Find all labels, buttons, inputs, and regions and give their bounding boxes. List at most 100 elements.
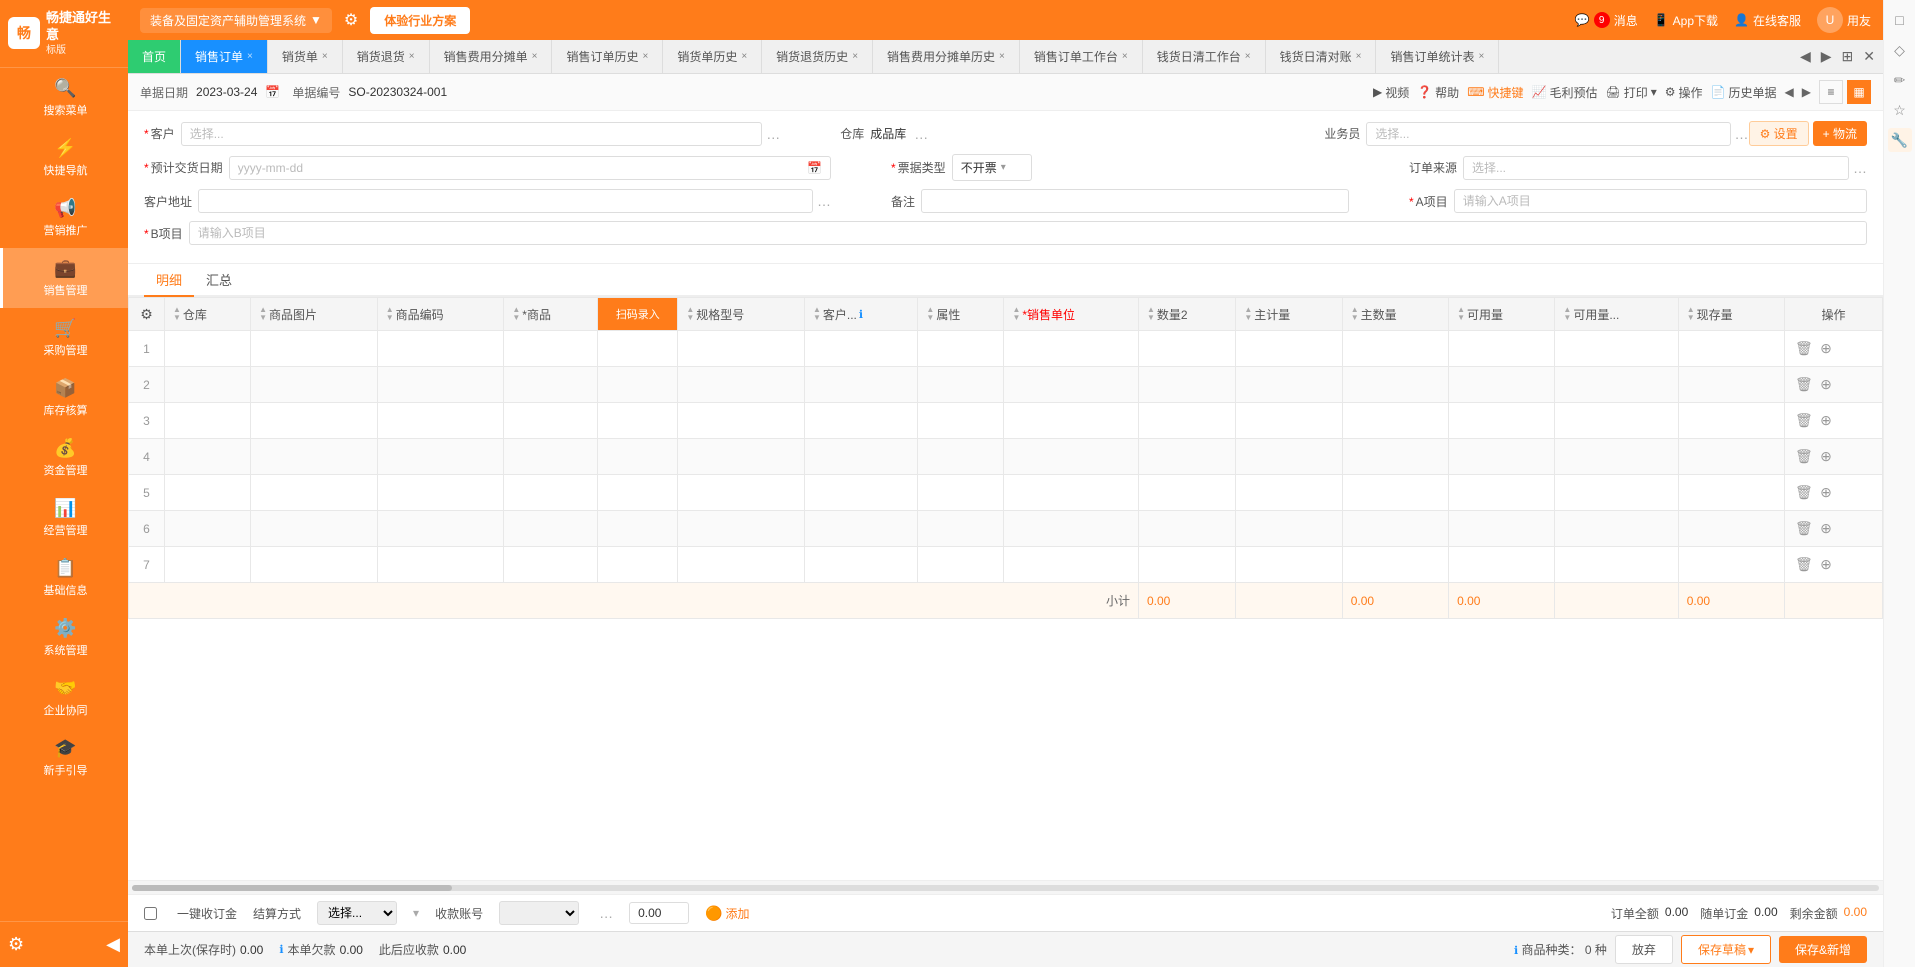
sidebar-settings-btn[interactable]: ⚙	[4, 930, 28, 959]
sidebar-item-collab[interactable]: 🤝 企业协同	[0, 668, 128, 728]
tab-nav-prev[interactable]: ◀	[1796, 46, 1815, 67]
ops-action[interactable]: ⚙ 操作	[1665, 84, 1703, 101]
invoice-type-select[interactable]: 不开票 ▾	[952, 154, 1032, 181]
user-menu[interactable]: U 用友	[1817, 7, 1871, 33]
tab-nav-close[interactable]: ✕	[1859, 46, 1879, 67]
customer-dots[interactable]: …	[766, 126, 780, 142]
message-btn[interactable]: 💬 9 消息	[1575, 12, 1638, 29]
right-mini-btn-5[interactable]: 🔧	[1888, 128, 1912, 152]
row-delete-btn[interactable]: 🗑	[1793, 518, 1815, 539]
tab-sales-return-goods[interactable]: 销货退货 ×	[343, 40, 430, 73]
sidebar-item-purchase[interactable]: 🛒 采购管理	[0, 308, 128, 368]
detail-tab-summary[interactable]: 汇总	[194, 264, 244, 297]
discard-btn[interactable]: 放弃	[1615, 935, 1673, 964]
tab-close-icon[interactable]: ×	[247, 51, 253, 62]
tab-close-icon[interactable]: ×	[409, 51, 415, 62]
grid-view-btn[interactable]: ▦	[1847, 80, 1871, 104]
sidebar-item-guide[interactable]: 🎓 新手引导	[0, 728, 128, 788]
save-draft-btn[interactable]: 保存草稿 ▾	[1681, 935, 1771, 964]
tab-sales-return-history[interactable]: 销货单历史 ×	[663, 40, 762, 73]
tab-sales-return[interactable]: 销货单 ×	[268, 40, 343, 73]
tab-close-icon[interactable]: ×	[852, 51, 858, 62]
app-download-btn[interactable]: 📱 App下载	[1654, 12, 1718, 29]
tab-sales-stats[interactable]: 销售订单统计表 ×	[1376, 40, 1499, 73]
system-selector[interactable]: 装备及固定资产辅助管理系统 ▼	[140, 8, 332, 33]
row-copy-btn[interactable]: ⊕	[1818, 446, 1834, 467]
sidebar-item-sales[interactable]: 💼 销售管理	[0, 248, 128, 308]
payment-amount-input[interactable]	[629, 902, 689, 924]
help-action[interactable]: ❓ 帮助	[1417, 84, 1459, 101]
right-mini-btn-3[interactable]: ✏	[1888, 68, 1912, 92]
tab-close-icon[interactable]: ×	[741, 51, 747, 62]
nav-prev-btn[interactable]: ◀	[1785, 85, 1794, 99]
customer-input[interactable]	[181, 122, 763, 146]
row-copy-btn[interactable]: ⊕	[1818, 374, 1834, 395]
a-project-input[interactable]	[1454, 189, 1867, 213]
print-action[interactable]: 🖨 打印 ▾	[1606, 84, 1657, 101]
sidebar-item-quick-nav[interactable]: ⚡ 快捷导航	[0, 128, 128, 188]
tab-close-icon[interactable]: ×	[1122, 51, 1128, 62]
profit-action[interactable]: 📈 毛利预估	[1532, 84, 1598, 101]
address-dots[interactable]: …	[817, 193, 831, 209]
industry-btn[interactable]: 体验行业方案	[370, 7, 470, 34]
salesperson-input[interactable]	[1366, 122, 1730, 146]
calendar-icon[interactable]: 📅	[265, 85, 280, 99]
order-source-dots[interactable]: …	[1853, 160, 1867, 176]
save-new-btn[interactable]: 保存&新增	[1779, 936, 1867, 963]
save-draft-arrow[interactable]: ▾	[1748, 943, 1754, 957]
delivery-date-icon[interactable]: 📅	[807, 161, 822, 175]
tab-sales-order-history[interactable]: 销售订单历史 ×	[552, 40, 663, 73]
row-copy-btn[interactable]: ⊕	[1818, 554, 1834, 575]
tab-home[interactable]: 首页	[128, 40, 181, 73]
order-source-input[interactable]	[1463, 156, 1849, 180]
horizontal-scrollbar[interactable]	[128, 880, 1883, 894]
payment-method-select[interactable]: 选择...	[317, 901, 397, 925]
row-delete-btn[interactable]: 🗑	[1793, 410, 1815, 431]
tab-sales-order-workbench[interactable]: 销售订单工作台 ×	[1020, 40, 1143, 73]
online-service-btn[interactable]: 👤 在线客服	[1734, 12, 1801, 29]
row-copy-btn[interactable]: ⊕	[1818, 518, 1834, 539]
add-product-btn[interactable]: + 物流	[1813, 121, 1867, 146]
tab-close-icon[interactable]: ×	[1356, 51, 1362, 62]
tab-nav-next[interactable]: ▶	[1817, 46, 1836, 67]
view-action[interactable]: ▶ 视频	[1373, 84, 1409, 101]
col-settings-header[interactable]: ⚙	[129, 298, 165, 331]
row-copy-btn[interactable]: ⊕	[1818, 482, 1834, 503]
scan-btn[interactable]: 扫码录入	[608, 304, 668, 324]
nav-next-btn[interactable]: ▶	[1802, 85, 1811, 99]
settings-form-btn[interactable]: ⚙ 设置	[1749, 121, 1809, 146]
sidebar-item-system[interactable]: ⚙️ 系统管理	[0, 608, 128, 668]
tab-sales-return-history2[interactable]: 销货退货历史 ×	[762, 40, 873, 73]
sidebar-item-basic-info[interactable]: 📋 基础信息	[0, 548, 128, 608]
sidebar-collapse-btn[interactable]: ◀	[102, 930, 124, 959]
tab-close-icon[interactable]: ×	[532, 51, 538, 62]
row-delete-btn[interactable]: 🗑	[1793, 374, 1815, 395]
warehouse-dots[interactable]: …	[914, 126, 928, 142]
row-delete-btn[interactable]: 🗑	[1793, 482, 1815, 503]
tab-sales-order[interactable]: 销售订单 ×	[181, 40, 268, 73]
account-select[interactable]	[499, 901, 579, 925]
salesperson-dots[interactable]: …	[1735, 126, 1749, 142]
row-delete-btn[interactable]: 🗑	[1793, 446, 1815, 467]
tab-close-icon[interactable]: ×	[1245, 51, 1251, 62]
tab-cash-account[interactable]: 钱货日清对账 ×	[1266, 40, 1377, 73]
tab-close-icon[interactable]: ×	[642, 51, 648, 62]
tab-close-icon[interactable]: ×	[999, 51, 1005, 62]
right-mini-btn-2[interactable]: ◇	[1888, 38, 1912, 62]
sidebar-item-search[interactable]: 🔍 搜索菜单	[0, 68, 128, 128]
one-click-checkbox[interactable]	[144, 907, 157, 920]
right-mini-btn-4[interactable]: ☆	[1888, 98, 1912, 122]
history-action[interactable]: 📄 历史单据	[1711, 84, 1777, 101]
tab-sales-fee-split[interactable]: 销售费用分摊单 ×	[430, 40, 553, 73]
tab-nav-expand[interactable]: ⊞	[1838, 46, 1858, 67]
tab-cash-workbench[interactable]: 钱货日清工作台 ×	[1143, 40, 1266, 73]
scrollbar-thumb[interactable]	[132, 885, 452, 891]
remark-input[interactable]	[921, 189, 1349, 213]
sidebar-item-operations[interactable]: 📊 经营管理	[0, 488, 128, 548]
row-copy-btn[interactable]: ⊕	[1818, 410, 1834, 431]
detail-tab-detail[interactable]: 明细	[144, 264, 194, 297]
row-delete-btn[interactable]: 🗑	[1793, 554, 1815, 575]
sidebar-item-inventory[interactable]: 📦 库存核算	[0, 368, 128, 428]
topbar-settings-btn[interactable]: ⚙	[340, 6, 362, 34]
shortcut-action[interactable]: ⌨ 快捷键	[1467, 84, 1523, 101]
